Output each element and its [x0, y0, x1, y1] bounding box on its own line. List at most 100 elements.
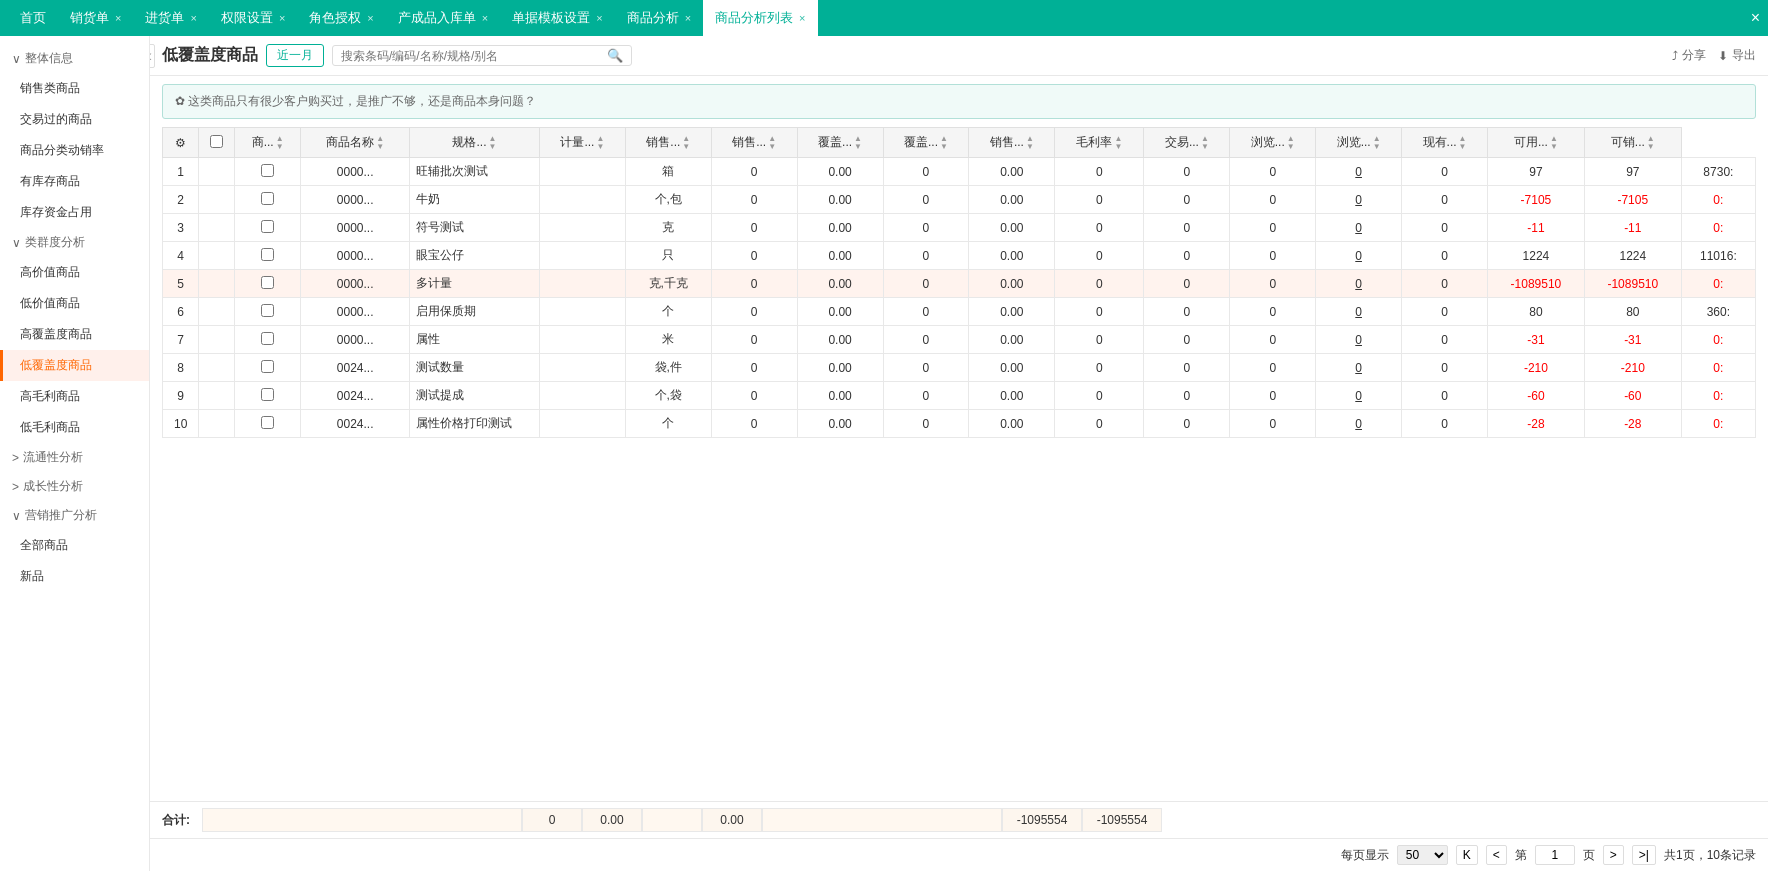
sidebar-item-all-goods[interactable]: 全部商品: [0, 530, 149, 561]
row-checkbox[interactable]: [261, 416, 274, 429]
close-icon[interactable]: ×: [367, 12, 373, 24]
row-coverage1: 0: [883, 214, 969, 242]
row-trans: 0: [1230, 410, 1316, 438]
row-checkbox[interactable]: [261, 164, 274, 177]
export-button[interactable]: ⬇ 导出: [1718, 47, 1756, 64]
row-browse1[interactable]: 0: [1316, 410, 1402, 438]
sidebar-item-low-margin[interactable]: 低毛利商品: [0, 412, 149, 443]
page-number-input[interactable]: [1535, 845, 1575, 865]
sidebar-item-low-coverage[interactable]: 低覆盖度商品: [0, 350, 149, 381]
col-sales-qty: 销售...▲▼: [625, 128, 711, 158]
row-browse1[interactable]: 0: [1316, 242, 1402, 270]
sidebar-item-category-turnover[interactable]: 商品分类动销率: [0, 135, 149, 166]
row-goods-name: 符号测试: [409, 214, 539, 242]
sidebar-item-inventory-capital[interactable]: 库存资金占用: [0, 197, 149, 228]
search-icon[interactable]: 🔍: [607, 48, 623, 63]
time-filter-button[interactable]: 近一月: [266, 44, 324, 67]
row-unit: 克: [625, 214, 711, 242]
close-icon[interactable]: ×: [685, 12, 691, 24]
last-page-button[interactable]: >|: [1632, 845, 1656, 865]
row-browse2: 0: [1402, 158, 1488, 186]
row-browse2: 0: [1402, 270, 1488, 298]
row-coverage2: 0.00: [969, 298, 1055, 326]
prev-page-button[interactable]: <: [1486, 845, 1507, 865]
sidebar-item-sales-goods[interactable]: 销售类商品: [0, 73, 149, 104]
sidebar-item-stocked-goods[interactable]: 有库存商品: [0, 166, 149, 197]
close-icon[interactable]: ×: [115, 12, 121, 24]
nav-item-home[interactable]: 首页: [8, 0, 58, 36]
row-checkbox[interactable]: [261, 276, 274, 289]
row-unit: 个: [625, 298, 711, 326]
nav-item-products[interactable]: 产成品入库单 ×: [386, 0, 500, 36]
row-browse1[interactable]: 0: [1316, 298, 1402, 326]
total-sales-amount: 0.00: [582, 808, 642, 832]
sidebar-item-low-value[interactable]: 低价值商品: [0, 288, 149, 319]
row-checkbox[interactable]: [261, 304, 274, 317]
nav-item-templates[interactable]: 单据模板设置 ×: [500, 0, 614, 36]
sidebar-item-high-coverage[interactable]: 高覆盖度商品: [0, 319, 149, 350]
nav-item-analysis[interactable]: 商品分析 ×: [615, 0, 703, 36]
nav-item-permissions[interactable]: 权限设置 ×: [209, 0, 297, 36]
row-sales-qty: 0: [711, 186, 797, 214]
row-browse2: 0: [1402, 410, 1488, 438]
row-checkbox[interactable]: [261, 248, 274, 261]
sidebar-item-high-margin[interactable]: 高毛利商品: [0, 381, 149, 412]
row-gross-rate: 0: [1144, 270, 1230, 298]
close-icon[interactable]: ×: [190, 12, 196, 24]
sidebar-section-overall[interactable]: ∨ 整体信息: [0, 44, 149, 73]
sidebar-collapse-button[interactable]: «: [150, 44, 155, 68]
select-all-checkbox[interactable]: [210, 135, 223, 148]
pagination-bar: 每页显示 50 20 100 200 K < 第 页 > >| 共1页，10条记…: [150, 838, 1768, 871]
close-icon[interactable]: ×: [279, 12, 285, 24]
col-settings[interactable]: ⚙: [163, 128, 199, 158]
nav-item-analysis-list[interactable]: 商品分析列表 ×: [703, 0, 817, 36]
content-header: 低覆盖度商品 近一月 🔍 ⤴ 分享 ⬇ 导出: [150, 36, 1768, 76]
nav-item-sales[interactable]: 销货单 ×: [58, 0, 133, 36]
sidebar-section-marketing[interactable]: ∨ 营销推广分析: [0, 501, 149, 530]
window-close-button[interactable]: ×: [1751, 9, 1760, 27]
next-page-button[interactable]: >: [1603, 845, 1624, 865]
row-checkbox[interactable]: [261, 360, 274, 373]
close-icon[interactable]: ×: [482, 12, 488, 24]
close-icon[interactable]: ×: [799, 12, 805, 24]
row-sales-amount: 0.00: [797, 354, 883, 382]
sidebar-item-high-value[interactable]: 高价值商品: [0, 257, 149, 288]
sidebar-section-growth[interactable]: > 成长性分析: [0, 472, 149, 501]
row-coverage2: 0.00: [969, 242, 1055, 270]
sidebar-item-traded-goods[interactable]: 交易过的商品: [0, 104, 149, 135]
page-size-select[interactable]: 50 20 100 200: [1397, 845, 1448, 865]
row-goods-id: 0000...: [301, 242, 410, 270]
row-browse1[interactable]: 0: [1316, 382, 1402, 410]
row-checkbox[interactable]: [261, 192, 274, 205]
row-available: -1089510: [1584, 270, 1681, 298]
row-browse1[interactable]: 0: [1316, 326, 1402, 354]
row-browse1[interactable]: 0: [1316, 158, 1402, 186]
info-banner: ✿ 这类商品只有很少客户购买过，是推广不够，还是商品本身问题？: [162, 84, 1756, 119]
search-input[interactable]: [341, 49, 607, 63]
share-button[interactable]: ⤴ 分享: [1672, 47, 1706, 64]
row-sales-qty: 0: [711, 242, 797, 270]
row-goods-name: 旺辅批次测试: [409, 158, 539, 186]
sidebar-item-new-goods[interactable]: 新品: [0, 561, 149, 592]
row-sales-amount: 0.00: [797, 158, 883, 186]
row-browse1[interactable]: 0: [1316, 186, 1402, 214]
row-goods-name: 启用保质期: [409, 298, 539, 326]
col-gross-rate: 毛利率▲▼: [1055, 128, 1144, 158]
row-sales-qty: 0: [711, 298, 797, 326]
first-page-button[interactable]: K: [1456, 845, 1478, 865]
sidebar-section-cluster[interactable]: ∨ 类群度分析: [0, 228, 149, 257]
nav-item-roles[interactable]: 角色授权 ×: [297, 0, 385, 36]
row-browse1[interactable]: 0: [1316, 354, 1402, 382]
row-browse1[interactable]: 0: [1316, 214, 1402, 242]
nav-item-purchase[interactable]: 进货单 ×: [133, 0, 208, 36]
row-checkbox[interactable]: [261, 220, 274, 233]
row-browse1[interactable]: 0: [1316, 270, 1402, 298]
sidebar-section-flow[interactable]: > 流通性分析: [0, 443, 149, 472]
close-icon[interactable]: ×: [596, 12, 602, 24]
row-spec: [539, 242, 625, 270]
row-available: -28: [1584, 410, 1681, 438]
row-checkbox[interactable]: [261, 332, 274, 345]
row-checkbox[interactable]: [261, 388, 274, 401]
row-saleable: 8730:: [1681, 158, 1755, 186]
row-goods-id: 0000...: [301, 214, 410, 242]
